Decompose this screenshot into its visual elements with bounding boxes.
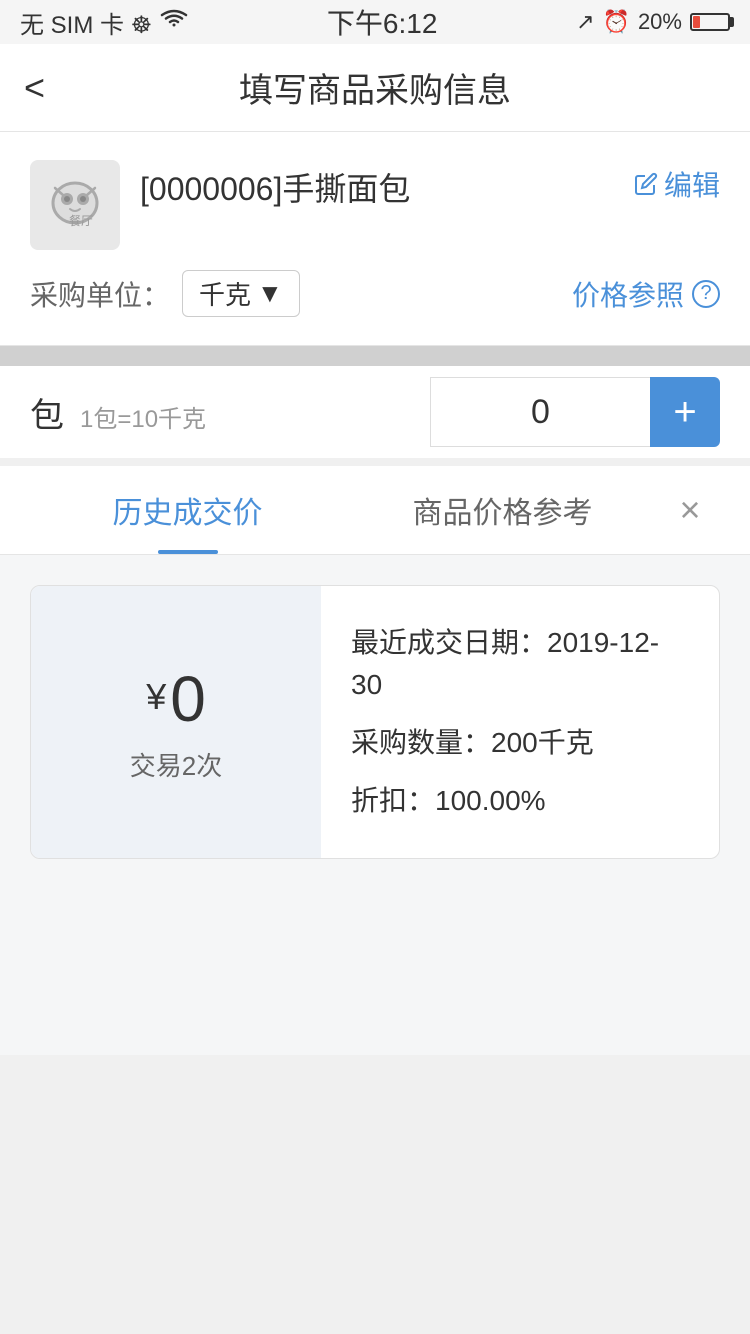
product-header: 餐厅 [0000006]手撕面包 编辑 [30, 160, 720, 250]
discount-label: 折扣： [351, 785, 435, 816]
alarm-icon: ⏰ [603, 9, 630, 35]
back-button[interactable]: < [24, 67, 45, 109]
product-card: 餐厅 [0000006]手撕面包 编辑 采购单位： 千克 ▼ [0, 132, 750, 346]
status-carrier: 无 SIM 卡 ☸ [20, 5, 188, 40]
product-logo-icon: 餐厅 [45, 173, 105, 237]
unit-value: 千克 [199, 275, 251, 312]
product-info: 餐厅 [0000006]手撕面包 [30, 160, 634, 250]
quantity-value: 0 [531, 393, 550, 432]
dropdown-arrow-icon: ▼ [257, 278, 283, 309]
product-name: [0000006]手撕面包 [140, 171, 410, 207]
edit-button[interactable]: 编辑 [634, 160, 720, 204]
edit-label: 编辑 [664, 164, 720, 204]
history-date-row: 最近成交日期：2019-12-30 [351, 622, 689, 706]
unit-selector[interactable]: 千克 ▼ [182, 270, 300, 317]
quantity-label-wrap: 包 1包=10千克 [30, 388, 206, 437]
location-icon: ↗ [576, 9, 594, 35]
quantity-label: 采购数量： [351, 727, 491, 758]
tab-active-indicator [158, 550, 218, 554]
carrier-text: 无 SIM 卡 ☸ [20, 5, 152, 40]
product-id: [0000006] [140, 171, 282, 207]
tab-price-reference[interactable]: 商品价格参考 [345, 466, 660, 554]
close-icon: × [679, 489, 700, 531]
history-quantity-row: 采购数量：200千克 [351, 722, 689, 764]
product-name-wrap: [0000006]手撕面包 [140, 160, 410, 210]
nav-bar: < 填写商品采购信息 [0, 44, 750, 132]
tabs-bar: 历史成交价 商品价格参考 × [0, 466, 750, 555]
quantity-plus-button[interactable]: + [650, 377, 720, 447]
product-footer: 采购单位： 千克 ▼ 价格参照 ? [30, 270, 720, 317]
discount-value: 100.00% [435, 785, 546, 816]
unit-label: 采购单位： [30, 274, 170, 314]
tab-history-price[interactable]: 历史成交价 [30, 466, 345, 554]
currency-symbol: ¥ [146, 676, 166, 718]
quantity-detail-value: 200千克 [491, 727, 594, 758]
tab-price-reference-label: 商品价格参考 [413, 488, 593, 532]
page-title: 填写商品采购信息 [239, 63, 511, 112]
quantity-hint: 1包=10千克 [80, 399, 206, 434]
quantity-input[interactable]: 0 [430, 377, 650, 447]
price-ref-label: 价格参照 [572, 274, 684, 314]
quantity-unit: 包 [30, 388, 64, 437]
battery-percent: 20% [638, 9, 682, 35]
quantity-row: 包 1包=10千克 0 + [0, 366, 750, 466]
status-time: 下午6:12 [327, 2, 438, 42]
history-price-display: ¥ 0 [146, 662, 206, 736]
battery-icon [690, 13, 730, 31]
status-right: ↗ ⏰ 20% [576, 9, 730, 35]
unit-row: 采购单位： 千克 ▼ [30, 270, 300, 317]
history-price-card: ¥ 0 交易2次 最近成交日期：2019-12-30 采购数量：200千克 折扣… [30, 585, 720, 859]
date-label: 最近成交日期： [351, 627, 547, 658]
content-area: ¥ 0 交易2次 最近成交日期：2019-12-30 采购数量：200千克 折扣… [0, 555, 750, 1055]
status-bar: 无 SIM 卡 ☸ 下午6:12 ↗ ⏰ 20% [0, 0, 750, 44]
history-discount-row: 折扣：100.00% [351, 780, 689, 822]
price-ref-button[interactable]: 价格参照 ? [572, 274, 720, 314]
history-price-right: 最近成交日期：2019-12-30 采购数量：200千克 折扣：100.00% [321, 586, 719, 858]
tab-history-price-label: 历史成交价 [113, 488, 263, 532]
section-divider [0, 346, 750, 366]
help-icon: ? [692, 280, 720, 308]
product-thumbnail: 餐厅 [30, 160, 120, 250]
svg-text:餐厅: 餐厅 [69, 213, 93, 228]
history-price-left: ¥ 0 交易2次 [31, 586, 321, 858]
history-trades-count: 交易2次 [130, 746, 222, 783]
wifi-icon [160, 8, 188, 36]
price-value: 0 [170, 662, 206, 736]
product-name-text: 手撕面包 [282, 171, 410, 207]
close-button[interactable]: × [660, 480, 720, 540]
quantity-input-wrap: 0 + [430, 377, 720, 447]
